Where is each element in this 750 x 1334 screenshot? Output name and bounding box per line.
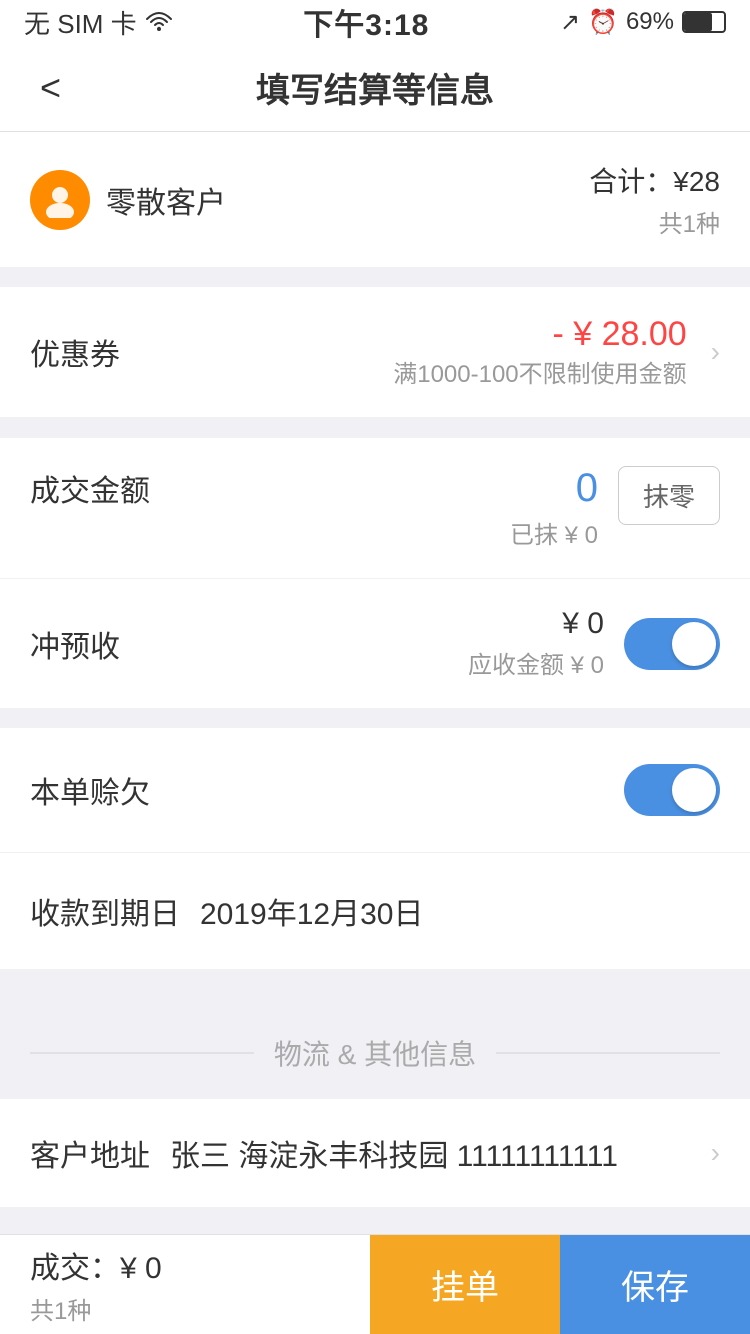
- debt-row: 本单赊欠: [0, 728, 750, 852]
- coupon-label: 优惠券: [30, 330, 120, 374]
- hold-button[interactable]: 挂单: [370, 1235, 560, 1334]
- battery-percent: 69%: [626, 8, 674, 36]
- transaction-sub: 已抹 ¥ 0: [510, 515, 598, 550]
- battery-indicator: [682, 11, 726, 33]
- transaction-label: 成交金额: [30, 466, 150, 510]
- bottom-amount-value: ¥ 0: [120, 1252, 162, 1285]
- toggle-knob: [672, 622, 716, 666]
- transaction-row: 成交金额 0 已抹 ¥ 0 抹零: [0, 438, 750, 579]
- coupon-row[interactable]: 优惠券 - ¥ 28.00 满1000-100不限制使用金额 ›: [0, 287, 750, 418]
- bottom-info: 成交：¥ 0 共1种: [0, 1235, 370, 1334]
- divider-4: [0, 969, 750, 989]
- prepay-amount: ¥ 0: [468, 607, 604, 641]
- chevron-right-icon: ›: [711, 336, 720, 368]
- address-value: 张三 海淀永丰科技园 11111111111: [170, 1131, 703, 1175]
- wifi-icon: [145, 12, 173, 32]
- coupon-right: - ¥ 28.00 满1000-100不限制使用金额 ›: [393, 315, 720, 389]
- prepay-row: 冲预收 ¥ 0 应收金额 ¥ 0: [0, 579, 750, 708]
- prepay-sub: 应收金额 ¥ 0: [468, 645, 604, 680]
- logistics-section: 物流 & 其他信息: [0, 1009, 750, 1097]
- divider-2: [0, 418, 750, 438]
- due-date-label: 收款到期日: [30, 889, 180, 933]
- due-date-row: 收款到期日 2019年12月30日: [0, 852, 750, 969]
- divider-3: [0, 708, 750, 728]
- status-right: ↗ ⏰ 69%: [560, 8, 726, 37]
- avatar-icon: [42, 182, 78, 218]
- debt-toggle[interactable]: [624, 764, 720, 816]
- save-button[interactable]: 保存: [560, 1235, 750, 1334]
- coupon-desc: 满1000-100不限制使用金额: [393, 354, 686, 389]
- total-count: 共1种: [589, 204, 720, 239]
- debt-label: 本单赊欠: [30, 768, 150, 812]
- prepay-right: ¥ 0 应收金额 ¥ 0: [468, 607, 720, 680]
- customer-name: 零散客户: [106, 178, 226, 222]
- prepay-amounts: ¥ 0 应收金额 ¥ 0: [468, 607, 604, 680]
- total-amount: 合计：¥28: [589, 160, 720, 200]
- nav-bar: < 填写结算等信息: [0, 44, 750, 132]
- prepay-label: 冲预收: [30, 622, 120, 666]
- back-button[interactable]: <: [30, 57, 71, 119]
- divider-1: [0, 267, 750, 287]
- logistics-label: 物流 & 其他信息: [254, 1033, 496, 1073]
- customer-left: 零散客户: [30, 170, 226, 230]
- transaction-value: 0: [510, 466, 598, 511]
- round-button[interactable]: 抹零: [618, 466, 720, 525]
- status-left: 无 SIM 卡: [24, 4, 173, 41]
- trans-label: 成交：: [30, 1252, 120, 1285]
- due-date-value: 2019年12月30日: [200, 889, 423, 933]
- carrier-label: 无 SIM 卡: [24, 4, 137, 41]
- status-bar: 无 SIM 卡 下午3:18 ↗ ⏰ 69%: [0, 0, 750, 44]
- customer-row: 零散客户 合计：¥28 共1种: [0, 132, 750, 267]
- bottom-count: 共1种: [30, 1291, 340, 1326]
- location-icon: ↗: [560, 8, 580, 37]
- main-content: 零散客户 合计：¥28 共1种 优惠券 - ¥ 28.00 满1000-100不…: [0, 132, 750, 1307]
- prepay-toggle[interactable]: [624, 618, 720, 670]
- customer-section: 零散客户 合计：¥28 共1种: [0, 132, 750, 267]
- debt-toggle-knob: [672, 768, 716, 812]
- alarm-icon: ⏰: [588, 8, 618, 37]
- customer-avatar: [30, 170, 90, 230]
- coupon-amount: - ¥ 28.00: [393, 315, 686, 354]
- page-title: 填写结算等信息: [256, 63, 494, 112]
- status-time: 下午3:18: [303, 0, 429, 44]
- address-row[interactable]: 客户地址 张三 海淀永丰科技园 11111111111 ›: [0, 1099, 750, 1207]
- address-chevron-icon: ›: [711, 1137, 720, 1169]
- customer-right: 合计：¥28 共1种: [589, 160, 720, 239]
- bottom-amount-label: 成交：¥ 0: [30, 1243, 340, 1287]
- address-label: 客户地址: [30, 1131, 150, 1175]
- bottom-bar: 成交：¥ 0 共1种 挂单 保存: [0, 1234, 750, 1334]
